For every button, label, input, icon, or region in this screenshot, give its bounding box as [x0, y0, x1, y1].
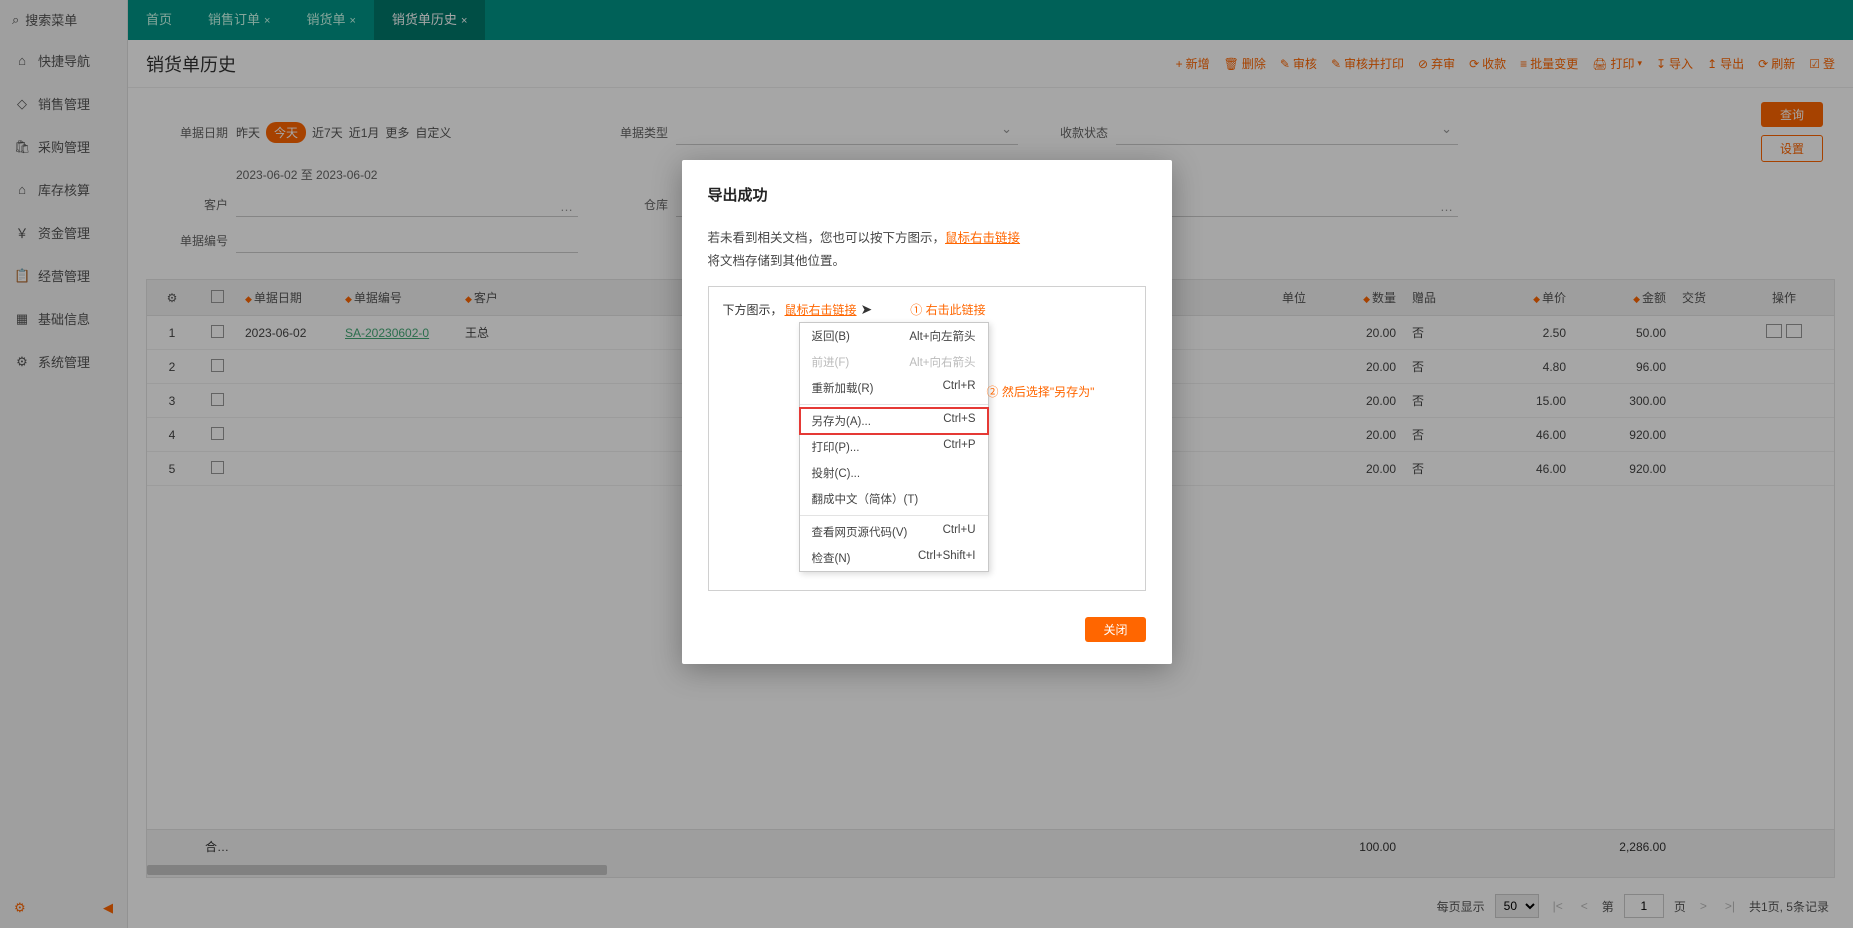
ctx-item: 翻成中文（简体）(T) [800, 486, 988, 512]
cursor-icon: ➤ [861, 301, 873, 318]
demo-link: 鼠标右击链接 [785, 301, 857, 318]
export-success-modal: 导出成功 若未看到相关文档，您也可以按下方图示，鼠标右击链接 将文档存储到其他位… [682, 160, 1172, 664]
ctx-item: 另存为(A)...Ctrl+S [800, 408, 988, 434]
ctx-item: 重新加载(R)Ctrl+R [800, 375, 988, 401]
modal-line2: 将文档存储到其他位置。 [708, 250, 1146, 273]
right-click-link[interactable]: 鼠标右击链接 [945, 231, 1020, 245]
ctx-item: 前进(F)Alt+向右箭头 [800, 349, 988, 375]
tip-1: ① 右击此链接 [910, 301, 985, 318]
ctx-item: 返回(B)Alt+向左箭头 [800, 323, 988, 349]
ctx-item: 查看网页源代码(V)Ctrl+U [800, 519, 988, 545]
modal-overlay: 导出成功 若未看到相关文档，您也可以按下方图示，鼠标右击链接 将文档存储到其他位… [0, 0, 1853, 928]
ctx-item: 检查(N)Ctrl+Shift+I [800, 545, 988, 571]
ctx-item: 打印(P)...Ctrl+P [800, 434, 988, 460]
ctx-item: 投射(C)... [800, 460, 988, 486]
demo-box: 下方图示， 鼠标右击链接 ➤ ① 右击此链接 返回(B)Alt+向左箭头前进(F… [708, 286, 1146, 591]
tip-2: ② 然后选择"另存为" [987, 383, 1095, 400]
modal-title: 导出成功 [708, 184, 1146, 205]
context-menu-demo: 返回(B)Alt+向左箭头前进(F)Alt+向右箭头重新加载(R)Ctrl+R 另… [799, 322, 989, 572]
modal-line1: 若未看到相关文档，您也可以按下方图示，鼠标右击链接 [708, 227, 1146, 250]
close-button[interactable]: 关闭 [1085, 617, 1145, 642]
